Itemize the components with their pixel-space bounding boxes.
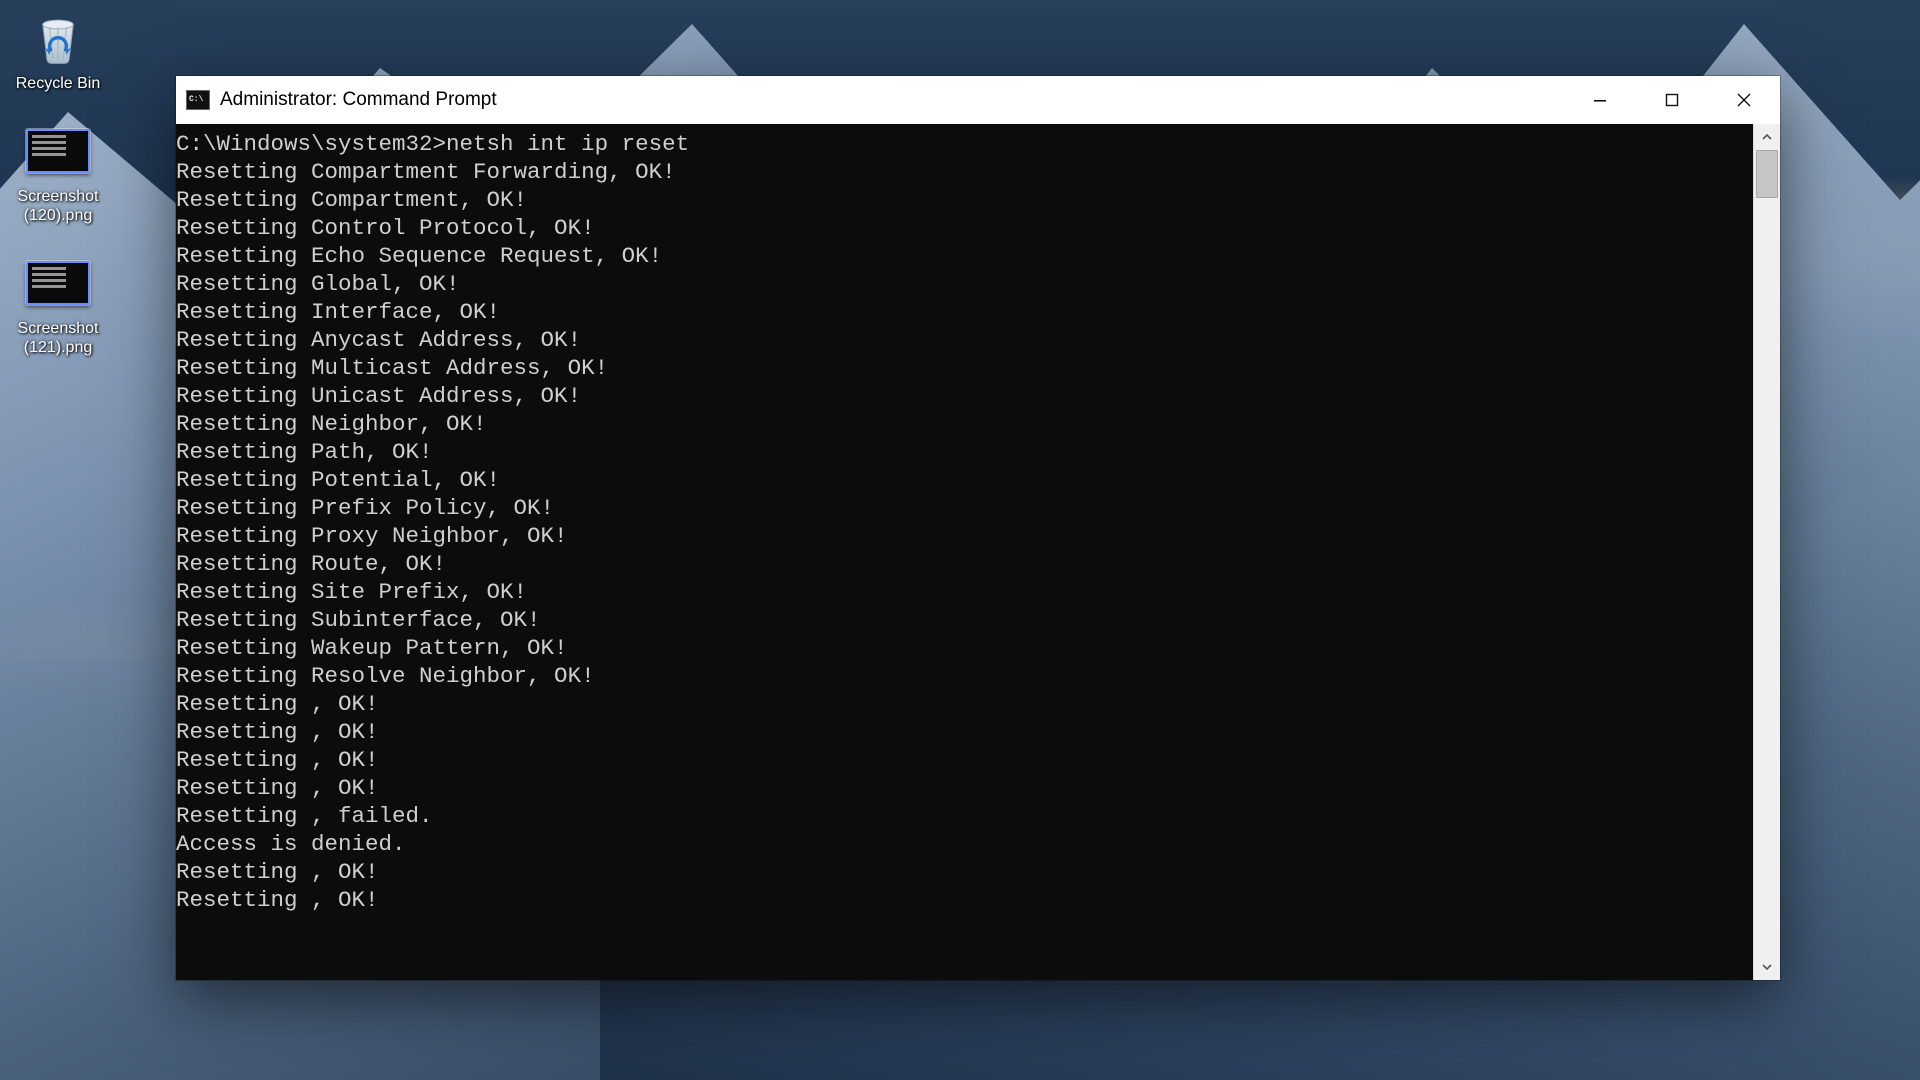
maximize-button[interactable]: [1636, 76, 1708, 124]
image-thumbnail-icon: [26, 119, 90, 183]
console-line: Resetting Wakeup Pattern, OK!: [176, 634, 1753, 662]
console-line: Resetting , OK!: [176, 858, 1753, 886]
desktop-icon-label: Recycle Bin: [16, 74, 100, 93]
command-prompt-icon: [186, 90, 210, 110]
window-title: Administrator: Command Prompt: [220, 89, 497, 111]
desktop-icons: Recycle Bin Screenshot (120).png Screens…: [6, 6, 116, 383]
chevron-down-icon: [1761, 961, 1773, 973]
scrollbar-thumb[interactable]: [1756, 150, 1778, 198]
desktop-icon-label: Screenshot (120).png: [6, 187, 110, 225]
minimize-icon: [1593, 93, 1607, 107]
console-line: Resetting Neighbor, OK!: [176, 410, 1753, 438]
console-line: Resetting Compartment, OK!: [176, 186, 1753, 214]
console-output[interactable]: C:\Windows\system32>netsh int ip resetRe…: [176, 124, 1753, 980]
console-line: Resetting Subinterface, OK!: [176, 606, 1753, 634]
scroll-down-button[interactable]: [1754, 954, 1780, 980]
console-line: Resetting Control Protocol, OK!: [176, 214, 1753, 242]
desktop-icon-screenshot-120[interactable]: Screenshot (120).png: [6, 119, 110, 225]
console-line: Resetting Resolve Neighbor, OK!: [176, 662, 1753, 690]
maximize-icon: [1665, 93, 1679, 107]
desktop-icon-label: Screenshot (121).png: [6, 319, 110, 357]
desktop-icon-screenshot-121[interactable]: Screenshot (121).png: [6, 251, 110, 357]
console-line: Resetting Multicast Address, OK!: [176, 354, 1753, 382]
chevron-up-icon: [1761, 131, 1773, 143]
console-line: Resetting Potential, OK!: [176, 466, 1753, 494]
console-line: Resetting , OK!: [176, 690, 1753, 718]
desktop-icon-recycle-bin[interactable]: Recycle Bin: [6, 6, 110, 93]
console-line: Resetting Anycast Address, OK!: [176, 326, 1753, 354]
client-area: C:\Windows\system32>netsh int ip resetRe…: [176, 124, 1780, 980]
scrollbar-track[interactable]: [1754, 150, 1780, 954]
console-line: Resetting , OK!: [176, 718, 1753, 746]
console-line: Resetting Prefix Policy, OK!: [176, 494, 1753, 522]
titlebar[interactable]: Administrator: Command Prompt: [176, 76, 1780, 124]
console-line: Resetting Compartment Forwarding, OK!: [176, 158, 1753, 186]
scroll-up-button[interactable]: [1754, 124, 1780, 150]
console-line: Resetting Global, OK!: [176, 270, 1753, 298]
command-prompt-window: Administrator: Command Prompt C:\Windows…: [176, 76, 1780, 980]
console-line: Resetting Route, OK!: [176, 550, 1753, 578]
console-line: Resetting , OK!: [176, 746, 1753, 774]
image-thumbnail-icon: [26, 251, 90, 315]
console-line: Access is denied.: [176, 830, 1753, 858]
console-line: Resetting Interface, OK!: [176, 298, 1753, 326]
console-line: Resetting Site Prefix, OK!: [176, 578, 1753, 606]
console-line: Resetting , OK!: [176, 886, 1753, 914]
console-line: C:\Windows\system32>netsh int ip reset: [176, 130, 1753, 158]
minimize-button[interactable]: [1564, 76, 1636, 124]
close-button[interactable]: [1708, 76, 1780, 124]
console-line: Resetting , OK!: [176, 774, 1753, 802]
console-line: Resetting Unicast Address, OK!: [176, 382, 1753, 410]
console-line: Resetting , failed.: [176, 802, 1753, 830]
console-line: Resetting Path, OK!: [176, 438, 1753, 466]
recycle-bin-icon: [26, 6, 90, 70]
console-line: Resetting Echo Sequence Request, OK!: [176, 242, 1753, 270]
close-icon: [1737, 93, 1751, 107]
vertical-scrollbar[interactable]: [1753, 124, 1780, 980]
console-line: Resetting Proxy Neighbor, OK!: [176, 522, 1753, 550]
